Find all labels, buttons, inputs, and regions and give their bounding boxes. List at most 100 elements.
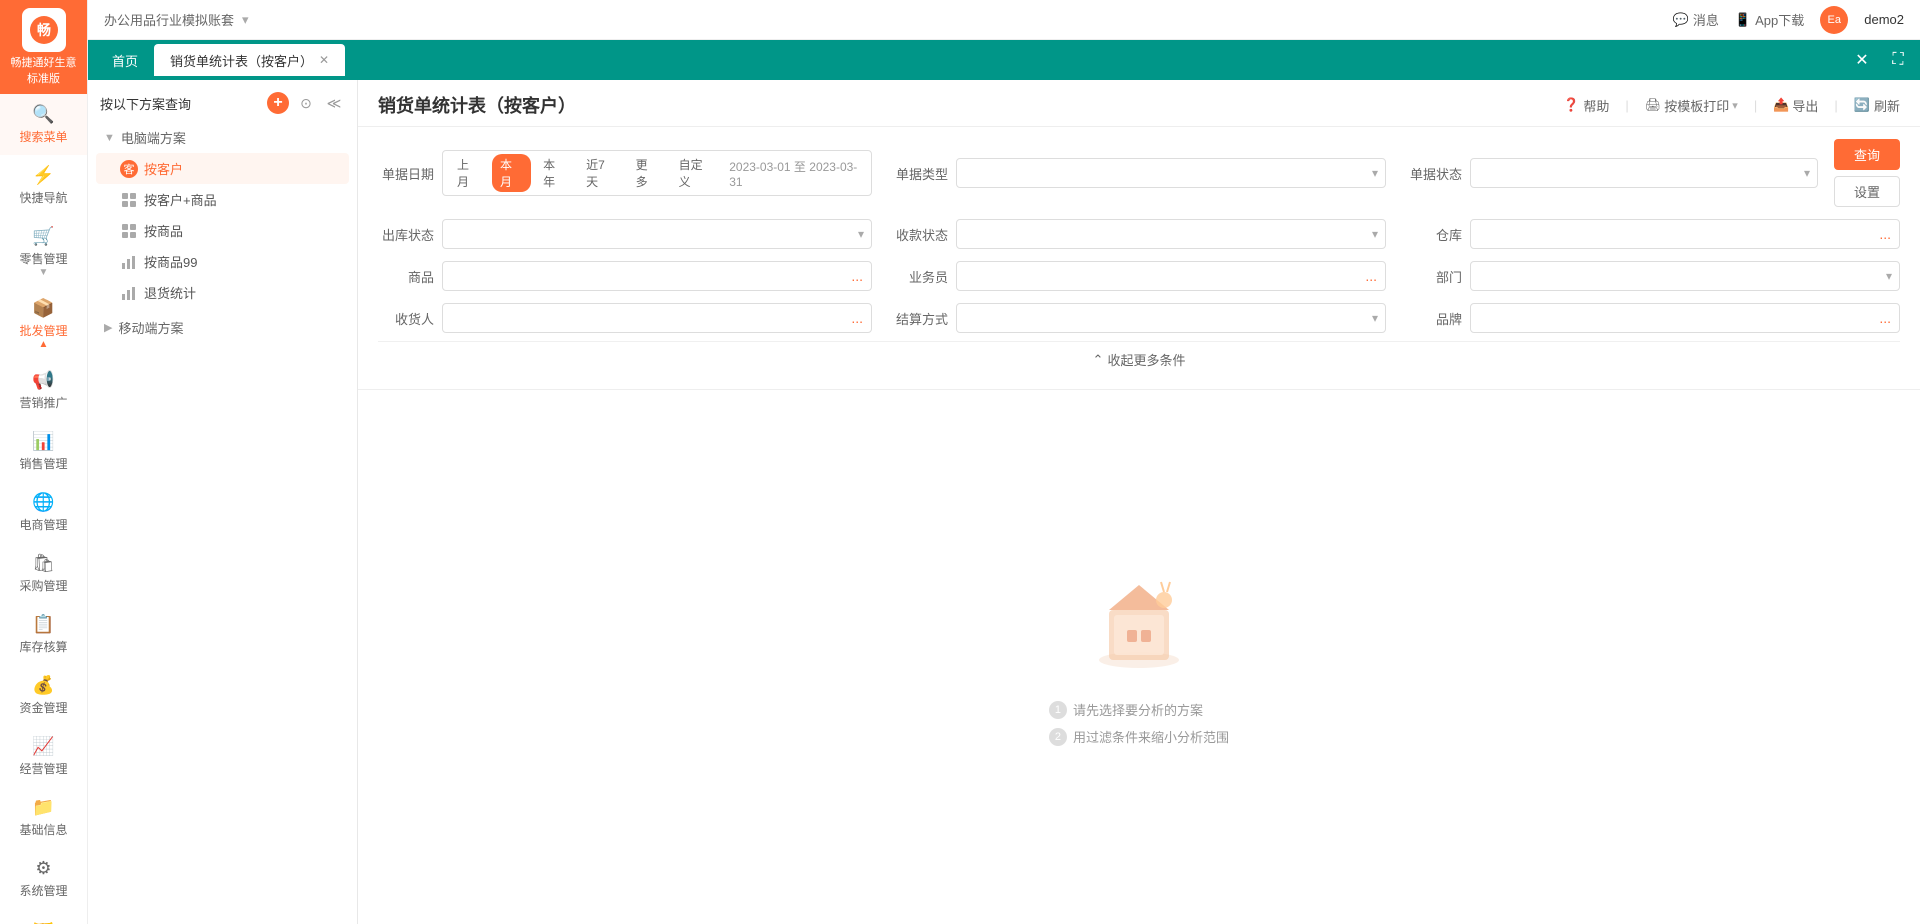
avatar[interactable]: Ea bbox=[1820, 6, 1848, 34]
salesperson-label: 业务员 bbox=[892, 267, 948, 286]
sidebar-item-retail[interactable]: 🛒 零售管理 ▼ bbox=[0, 216, 87, 288]
query-btn[interactable]: 查询 bbox=[1834, 139, 1900, 170]
sidebar-item-operation[interactable]: 📈 经营管理 bbox=[0, 726, 87, 787]
brand-label: 品牌 bbox=[1406, 309, 1462, 328]
tab-close-window-btn[interactable]: ✕ bbox=[1848, 46, 1876, 74]
quicknav-icon: ⚡ bbox=[32, 165, 54, 186]
tab-home-label: 首页 bbox=[112, 51, 138, 70]
tabbar-actions: ✕ ⛶ bbox=[1848, 46, 1912, 74]
right-panel: 销货单统计表（按客户） ❓ 帮助 | 🖨 按模板打印 ▾ | 📤 bbox=[358, 80, 1920, 924]
sidebar-item-search[interactable]: 🔍 搜索菜单 bbox=[0, 94, 87, 155]
app-download-btn[interactable]: 📱 App下载 bbox=[1735, 10, 1804, 29]
goods-picker[interactable]: ... bbox=[442, 261, 872, 291]
sidebar-item-basic[interactable]: 📁 基础信息 bbox=[0, 787, 87, 848]
tree-item-return-stats[interactable]: 退货统计 bbox=[96, 277, 349, 308]
sidebar-item-marketing[interactable]: 📢 营销推广 bbox=[0, 360, 87, 421]
collapse-bar[interactable]: ⌃ 收起更多条件 bbox=[378, 341, 1900, 377]
sidebar-item-purchase[interactable]: 🛍 采购管理 bbox=[0, 543, 87, 604]
filter-row-4: 收货人 ... 结算方式 ▾ 品牌 ... bbox=[378, 303, 1900, 333]
operation-icon: 📈 bbox=[32, 736, 54, 757]
sidebar-item-enterprise[interactable]: 🤝 企业协同 bbox=[0, 909, 87, 924]
left-panel-actions: + ⊙ ≪ bbox=[267, 92, 345, 114]
date-btn-this-year[interactable]: 本年 bbox=[535, 154, 574, 192]
tree-item-by-customer[interactable]: 客 按客户 bbox=[96, 153, 349, 184]
empty-state: 1 请先选择要分析的方案 2 用过滤条件来缩小分析范围 bbox=[358, 390, 1920, 924]
receipt-status-label: 收款状态 bbox=[892, 225, 948, 244]
refresh-btn[interactable]: 🔄 刷新 bbox=[1854, 96, 1900, 115]
sidebar-item-wholesale[interactable]: 📦 批发管理 ▲ bbox=[0, 288, 87, 360]
system-icon: ⚙ bbox=[35, 858, 51, 879]
salesperson-dots-icon[interactable]: ... bbox=[1365, 268, 1377, 284]
print-btn[interactable]: 🖨 按模板打印 ▾ bbox=[1645, 96, 1738, 115]
warehouse-label: 仓库 bbox=[1406, 225, 1462, 244]
add-scheme-btn[interactable]: + bbox=[267, 92, 289, 114]
left-panel: 按以下方案查询 + ⊙ ≪ ▼ 电脑端方案 客 按客户 bbox=[88, 80, 358, 924]
export-label: 导出 bbox=[1792, 96, 1818, 115]
tree-group-mobile-header[interactable]: ▶ 移动端方案 bbox=[96, 312, 349, 343]
warehouse-dots-icon[interactable]: ... bbox=[1879, 226, 1891, 242]
sidebar-item-quicknav[interactable]: ⚡ 快捷导航 bbox=[0, 155, 87, 216]
sidebar-item-sales-label: 销售管理 bbox=[19, 455, 67, 472]
sidebar-item-sales[interactable]: 📊 销售管理 bbox=[0, 421, 87, 482]
order-type-select[interactable] bbox=[956, 158, 1386, 188]
goods-dots-icon[interactable]: ... bbox=[851, 268, 863, 284]
dept-select[interactable] bbox=[1470, 261, 1900, 291]
receiver-dots-icon[interactable]: ... bbox=[851, 310, 863, 326]
settlement-select[interactable] bbox=[956, 303, 1386, 333]
dept-select-wrapper: ▾ bbox=[1470, 261, 1900, 291]
tree-item-by-goods-99[interactable]: 按商品99 bbox=[96, 246, 349, 277]
message-label: 消息 bbox=[1693, 10, 1719, 29]
industry-dropdown-icon[interactable]: ▾ bbox=[242, 12, 249, 28]
sidebar-item-search-label: 搜索菜单 bbox=[19, 128, 67, 145]
edit-scheme-btn[interactable]: ⊙ bbox=[295, 92, 317, 114]
print-icon: 🖨 bbox=[1645, 97, 1662, 113]
purchase-icon: 🛍 bbox=[32, 553, 55, 574]
content-area: 按以下方案查询 + ⊙ ≪ ▼ 电脑端方案 客 按客户 bbox=[88, 80, 1920, 924]
date-picker[interactable]: 上月 本月 本年 近7天 更多 自定义 2023-03-01 至 2023-03… bbox=[442, 150, 872, 196]
brand-dots-icon[interactable]: ... bbox=[1879, 310, 1891, 326]
settlement-label: 结算方式 bbox=[892, 309, 948, 328]
date-btn-last-7[interactable]: 近7天 bbox=[578, 154, 623, 192]
receipt-status-select[interactable] bbox=[956, 219, 1386, 249]
date-btn-last-month[interactable]: 上月 bbox=[449, 154, 488, 192]
sidebar-item-inventory[interactable]: 📋 库存核算 bbox=[0, 604, 87, 665]
print-label: 按模板打印 bbox=[1664, 96, 1729, 115]
sidebar-item-ecommerce[interactable]: 🌐 电商管理 bbox=[0, 482, 87, 543]
collapse-panel-btn[interactable]: ≪ bbox=[323, 92, 345, 114]
warehouse-picker[interactable]: ... bbox=[1470, 219, 1900, 249]
tree-item-by-goods[interactable]: 按商品 bbox=[96, 215, 349, 246]
date-btn-this-month[interactable]: 本月 bbox=[492, 154, 531, 192]
tree-item-by-customer-goods[interactable]: 按客户+商品 bbox=[96, 184, 349, 215]
topbar-left: 办公用品行业模拟账套 ▾ bbox=[104, 10, 249, 29]
left-panel-header: 按以下方案查询 + ⊙ ≪ bbox=[88, 80, 357, 122]
app-download-icon: 📱 bbox=[1735, 12, 1751, 28]
sidebar-item-finance[interactable]: 💰 资金管理 bbox=[0, 665, 87, 726]
tree-item-by-goods-label: 按商品 bbox=[144, 221, 183, 240]
industry-selector-label: 办公用品行业模拟账套 bbox=[104, 10, 234, 29]
sidebar-item-system[interactable]: ⚙ 系统管理 bbox=[0, 848, 87, 909]
date-btn-more[interactable]: 更多 bbox=[628, 154, 667, 192]
date-btn-custom[interactable]: 自定义 bbox=[671, 154, 722, 192]
tree-group-desktop-header[interactable]: ▼ 电脑端方案 bbox=[96, 122, 349, 153]
salesperson-picker[interactable]: ... bbox=[956, 261, 1386, 291]
out-status-select-wrapper: ▾ bbox=[442, 219, 872, 249]
order-type-select-wrapper: ▾ bbox=[956, 158, 1386, 188]
tab-report[interactable]: 销货单统计表（按客户） ✕ bbox=[154, 44, 345, 76]
message-btn[interactable]: 💬 消息 bbox=[1673, 10, 1719, 29]
enterprise-icon: 🤝 bbox=[32, 919, 54, 924]
out-status-select[interactable] bbox=[442, 219, 872, 249]
page-header: 销货单统计表（按客户） ❓ 帮助 | 🖨 按模板打印 ▾ | 📤 bbox=[358, 80, 1920, 127]
export-btn[interactable]: 📤 导出 bbox=[1773, 96, 1818, 115]
topbar: 办公用品行业模拟账套 ▾ 💬 消息 📱 App下载 Ea demo2 bbox=[88, 0, 1920, 40]
collapse-label: 收起更多条件 bbox=[1107, 350, 1185, 369]
tab-home[interactable]: 首页 bbox=[96, 44, 154, 76]
help-btn[interactable]: ❓ 帮助 bbox=[1563, 96, 1609, 115]
brand-picker[interactable]: ... bbox=[1470, 303, 1900, 333]
sidebar-item-purchase-label: 采购管理 bbox=[19, 577, 67, 594]
tab-close-icon[interactable]: ✕ bbox=[319, 53, 329, 67]
tab-maximize-btn[interactable]: ⛶ bbox=[1884, 46, 1912, 74]
date-range-text: 2023-03-01 至 2023-03-31 bbox=[729, 158, 865, 189]
order-status-select[interactable] bbox=[1470, 158, 1818, 188]
receiver-picker[interactable]: ... bbox=[442, 303, 872, 333]
settings-btn[interactable]: 设置 bbox=[1834, 176, 1900, 207]
